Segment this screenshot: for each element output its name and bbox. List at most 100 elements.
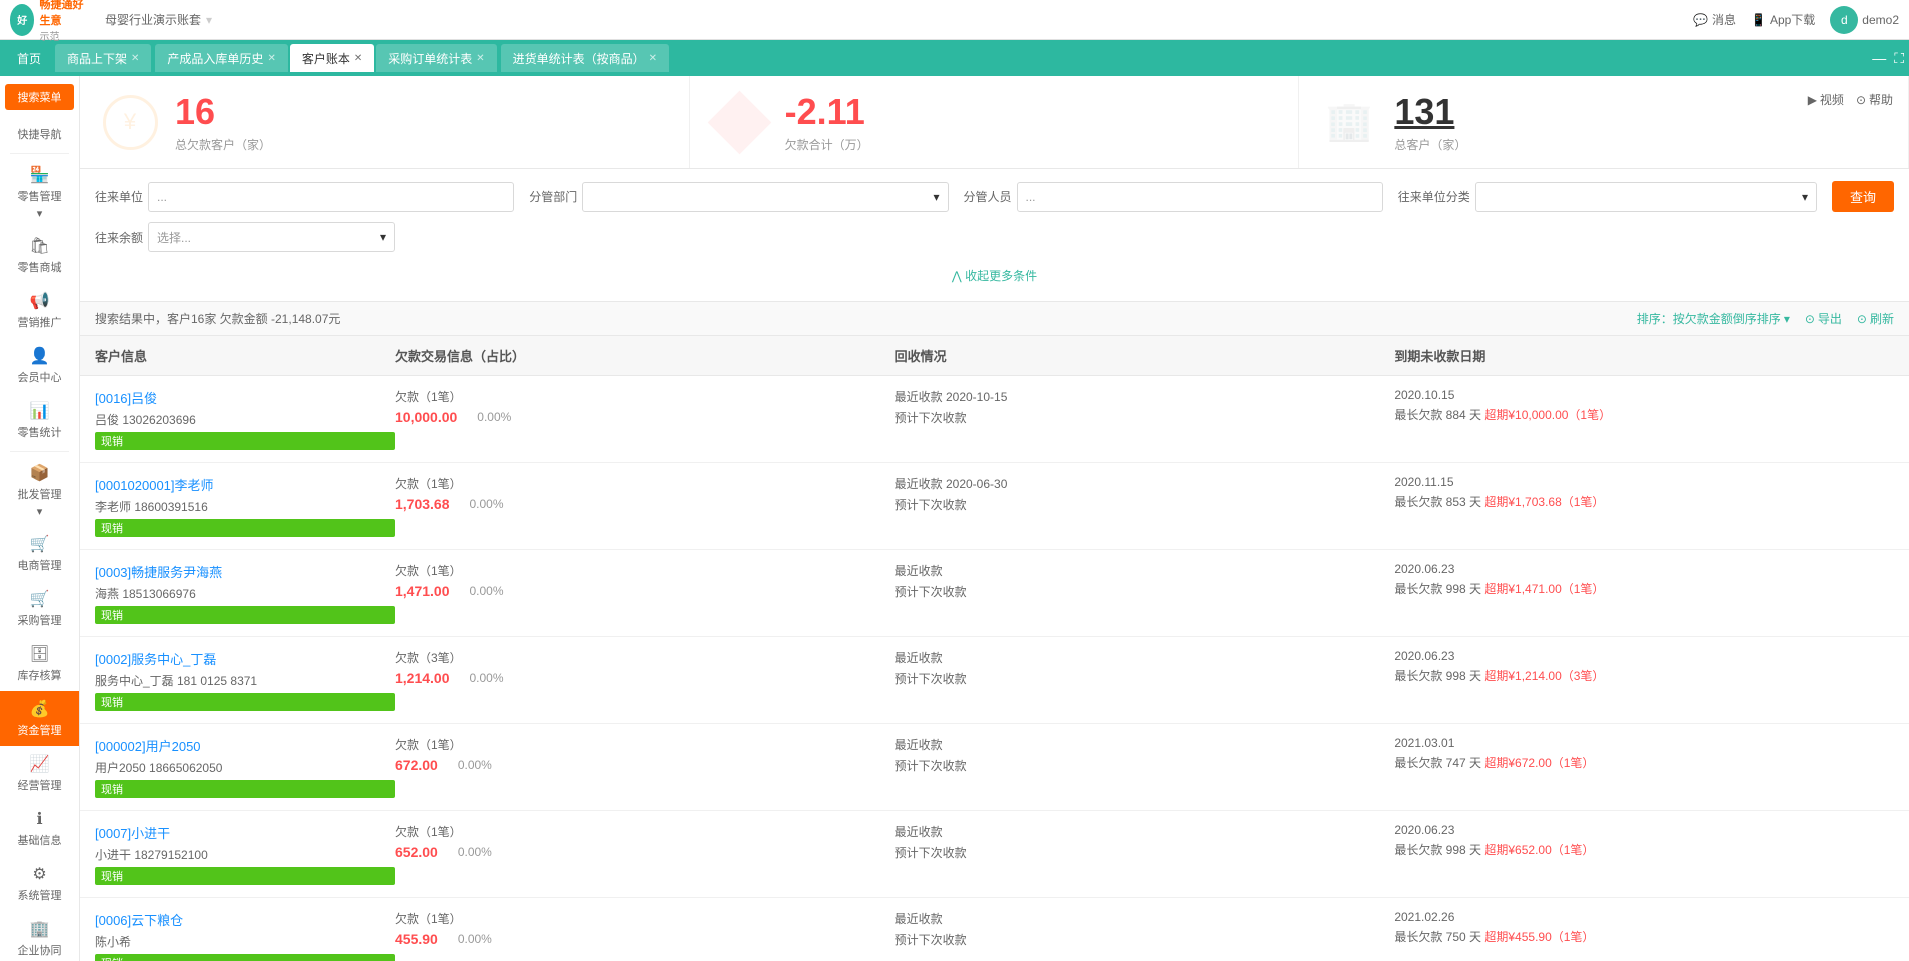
- collapse-bar[interactable]: ⋀ 收起更多条件: [95, 262, 1894, 289]
- enterprise-icon: 🏢: [30, 919, 50, 939]
- filter-unit-class-select[interactable]: ▾: [1475, 182, 1817, 212]
- next-collect-2: 预计下次收款: [895, 583, 1395, 600]
- tab-purchase-history[interactable]: 产成品入库单历史 ✕: [155, 44, 287, 72]
- customer-name-1[interactable]: [0001020001]李老师: [95, 475, 395, 494]
- filter-balance-select[interactable]: 选择... ▾: [148, 222, 395, 252]
- overdue-amount-6[interactable]: 超期¥455.90（1笔）: [1484, 930, 1594, 944]
- customer-info-1: [0001020001]李老师 李老师 18600391516 现销: [95, 475, 395, 537]
- search-btn[interactable]: 查询: [1832, 181, 1894, 212]
- debt-info-6: 欠款（1笔） 455.90 0.00%: [395, 910, 895, 961]
- recovery-info-6: 最近收款 预计下次收款: [895, 910, 1395, 961]
- last-collect-5: 最近收款: [895, 823, 1395, 840]
- customer-name-3[interactable]: [0002]服务中心_丁磊: [95, 649, 395, 668]
- customer-name-0[interactable]: [0016]吕俊: [95, 388, 395, 407]
- finance-icon: 💰: [30, 699, 50, 719]
- debt-count-2: 欠款（1笔）: [395, 562, 895, 579]
- filter-from-unit-label: 往来单位: [95, 188, 143, 205]
- filter-from-unit-input[interactable]: ...: [148, 182, 514, 212]
- app-download-btn[interactable]: 📱 App下载: [1751, 11, 1815, 28]
- user-profile[interactable]: d demo2: [1830, 6, 1899, 34]
- filter-person-label: 分管人员: [964, 188, 1012, 205]
- overdue-amount-4[interactable]: 超期¥672.00（1笔）: [1484, 756, 1594, 770]
- main-layout: 搜索菜单 快捷导航 🏪 零售管理 ▾ 🛍 零售商城 📢 营销推广 👤 会员中心 …: [0, 76, 1909, 961]
- debt-amount-label: 欠款合计（万）: [785, 136, 869, 153]
- table-row: [000002]用户2050 用户2050 18665062050 现销 欠款（…: [80, 724, 1909, 811]
- debt-amount-6: 455.90: [395, 931, 438, 947]
- last-collect-3: 最近收款: [895, 649, 1395, 666]
- customer-tag-4: 现销: [95, 780, 395, 798]
- tab-inbound-summary[interactable]: 进货单统计表（按商品） ✕: [501, 44, 669, 72]
- due-info-5: 2020.06.23 最长欠款 998 天 超期¥652.00（1笔）: [1394, 823, 1894, 885]
- tab-purchase-history-close[interactable]: ✕: [267, 53, 275, 64]
- table-header: 客户信息 欠款交易信息（占比） 回收情况 到期未收款日期: [80, 336, 1909, 376]
- tab-maximize-btn[interactable]: ⛶: [1894, 50, 1904, 67]
- debt-customers-label: 总欠款客户（家）: [175, 136, 271, 153]
- due-date-5: 2020.06.23: [1394, 823, 1894, 837]
- stats-row: ¥ 16 总欠款客户（家） -2.11 欠款合计（万）: [80, 76, 1909, 169]
- customer-info-6: [0006]云下粮仓 陈小希 现销: [95, 910, 395, 961]
- table-row: [0016]吕俊 吕俊 13026203696 现销 欠款（1笔） 10,000…: [80, 376, 1909, 463]
- tab-products[interactable]: 商品上下架 ✕: [55, 44, 151, 72]
- filter-balance: 往来余额 选择... ▾: [95, 222, 395, 252]
- data-table: 客户信息 欠款交易信息（占比） 回收情况 到期未收款日期 [0016]吕俊 吕俊…: [80, 336, 1909, 961]
- sidebar-item-ecommerce[interactable]: 🛒 电商管理: [0, 526, 79, 581]
- overdue-amount-5[interactable]: 超期¥652.00（1笔）: [1484, 843, 1594, 857]
- debt-percent-5: 0.00%: [458, 845, 492, 859]
- filter-dept-select[interactable]: ▾: [582, 182, 948, 212]
- sidebar-item-batch-mgmt[interactable]: 📦 批发管理 ▾: [0, 455, 79, 526]
- due-date-2: 2020.06.23: [1394, 562, 1894, 576]
- debt-count-6: 欠款（1笔）: [395, 910, 895, 927]
- view-video-btn[interactable]: ▶ 视频: [1808, 91, 1844, 108]
- tab-products-close[interactable]: ✕: [131, 53, 139, 64]
- basic-info-icon: ℹ: [36, 809, 42, 829]
- refresh-btn[interactable]: ⊙ 刷新: [1857, 310, 1894, 327]
- batch-mgmt-icon: 📦: [30, 463, 50, 483]
- sidebar-item-retail-mall[interactable]: 🛍 零售商城: [0, 228, 79, 283]
- operations-icon: 📈: [30, 754, 50, 774]
- sidebar-item-finance[interactable]: 💰 资金管理: [0, 691, 79, 746]
- sidebar-item-basic-info[interactable]: ℹ 基础信息: [0, 801, 79, 856]
- sidebar-item-member[interactable]: 👤 会员中心: [0, 338, 79, 393]
- customer-name-6[interactable]: [0006]云下粮仓: [95, 910, 395, 929]
- retail-stats-icon: 📊: [30, 401, 50, 421]
- avatar: d: [1830, 6, 1858, 34]
- due-date-3: 2020.06.23: [1394, 649, 1894, 663]
- tab-customer-account[interactable]: 客户账本 ✕: [290, 44, 374, 72]
- debt-amount-2: 1,471.00: [395, 583, 450, 599]
- debt-count-3: 欠款（3笔）: [395, 649, 895, 666]
- tab-inbound-summary-close[interactable]: ✕: [649, 53, 657, 64]
- debt-info-4: 欠款（1笔） 672.00 0.00%: [395, 736, 895, 798]
- tab-minimize-btn[interactable]: —: [1872, 50, 1886, 67]
- customer-name-2[interactable]: [0003]畅捷服务尹海燕: [95, 562, 395, 581]
- sidebar-item-system[interactable]: ⚙ 系统管理: [0, 856, 79, 911]
- tab-purchase-summary-close[interactable]: ✕: [476, 53, 484, 64]
- sidebar-search-btn[interactable]: 搜索菜单: [5, 84, 74, 110]
- sidebar-item-purchase[interactable]: 🛒 采购管理: [0, 581, 79, 636]
- debt-amount-5: 652.00: [395, 844, 438, 860]
- tab-bar: 首页 商品上下架 ✕ 产成品入库单历史 ✕ 客户账本 ✕ 采购订单统计表 ✕ 进…: [0, 40, 1909, 76]
- tab-purchase-summary[interactable]: 采购订单统计表 ✕: [376, 44, 496, 72]
- overdue-amount-1[interactable]: 超期¥1,703.68（1笔）: [1484, 495, 1604, 509]
- sidebar-item-retail-stats[interactable]: 📊 零售统计: [0, 393, 79, 448]
- export-btn[interactable]: ⊙ 导出: [1805, 310, 1842, 327]
- filter-person-input[interactable]: ...: [1017, 182, 1383, 212]
- sidebar-item-marketing[interactable]: 📢 营销推广: [0, 283, 79, 338]
- sidebar-item-operations[interactable]: 📈 经营管理: [0, 746, 79, 801]
- sidebar-item-inventory[interactable]: 🗄 库存核算: [0, 636, 79, 691]
- recovery-info-0: 最近收款 2020-10-15 预计下次收款: [895, 388, 1395, 450]
- tab-home[interactable]: 首页: [5, 44, 53, 72]
- overdue-amount-2[interactable]: 超期¥1,471.00（1笔）: [1484, 582, 1604, 596]
- overdue-amount-0[interactable]: 超期¥10,000.00（1笔）: [1484, 408, 1611, 422]
- due-date-0: 2020.10.15: [1394, 388, 1894, 402]
- customer-name-4[interactable]: [000002]用户2050: [95, 736, 395, 755]
- sidebar-item-enterprise[interactable]: 🏢 企业协同: [0, 911, 79, 961]
- help-btn[interactable]: ⊙ 帮助: [1856, 91, 1893, 108]
- tab-customer-account-close[interactable]: ✕: [354, 53, 362, 64]
- sidebar-item-retail-mgmt[interactable]: 🏪 零售管理 ▾: [0, 157, 79, 228]
- overdue-amount-3[interactable]: 超期¥1,214.00（3笔）: [1484, 669, 1604, 683]
- debt-amount-4: 672.00: [395, 757, 438, 773]
- customer-tag-1: 现销: [95, 519, 395, 537]
- customer-name-5[interactable]: [0007]小进干: [95, 823, 395, 842]
- message-btn[interactable]: 💬 消息: [1693, 11, 1736, 28]
- sidebar-item-quick-nav[interactable]: 快捷导航: [0, 118, 79, 150]
